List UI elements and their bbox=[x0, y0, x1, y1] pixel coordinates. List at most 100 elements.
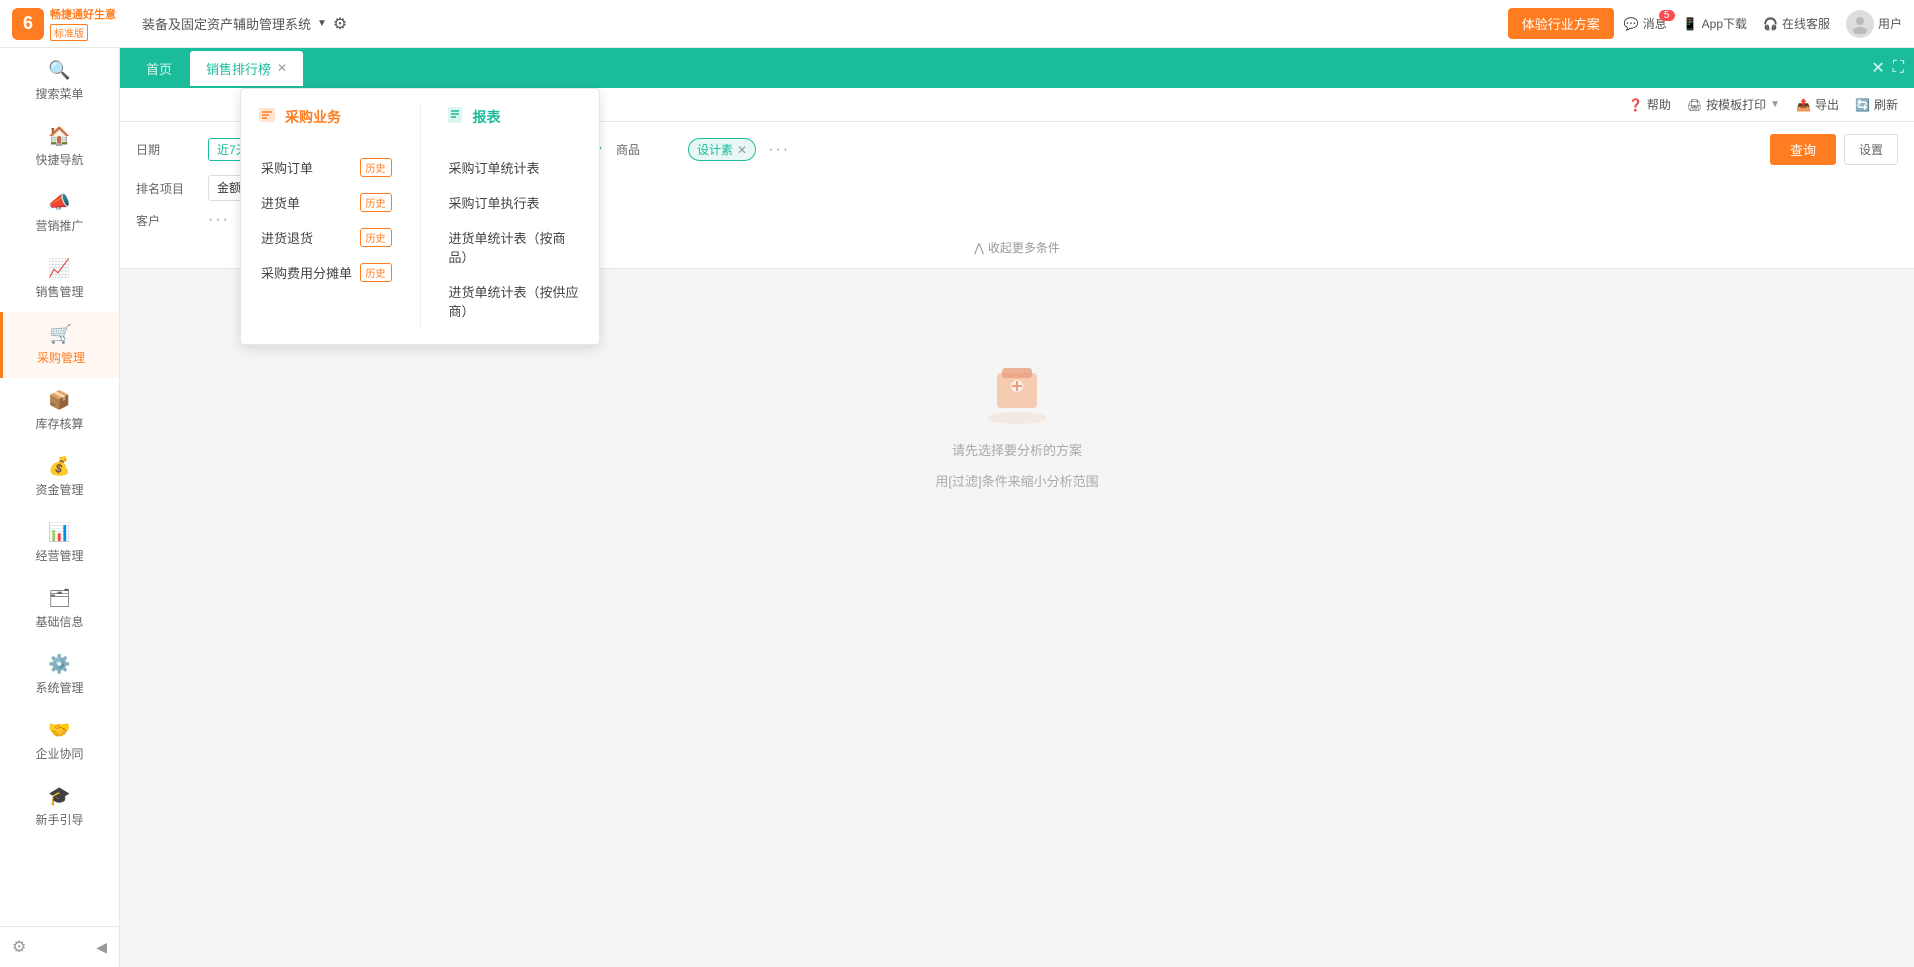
sidebar-item-operation[interactable]: 📊 经营管理 bbox=[0, 510, 119, 576]
purchase-col-icon bbox=[257, 105, 277, 128]
app-download-label: App下载 bbox=[1702, 15, 1747, 32]
operation-icon: 📊 bbox=[48, 522, 70, 543]
help-icon: ❓ bbox=[1628, 98, 1643, 112]
tab-home[interactable]: 首页 bbox=[130, 51, 188, 86]
export-icon: 📤 bbox=[1796, 98, 1811, 112]
empty-tip-2: 用[过滤]条件来缩小分析范围 bbox=[935, 471, 1098, 490]
refresh-btn[interactable]: 🔄 刷新 bbox=[1855, 96, 1898, 113]
report-col-title: 报表 bbox=[445, 105, 584, 136]
home-icon: 🏠 bbox=[48, 126, 70, 147]
purchase-order-history[interactable]: 历史 bbox=[360, 158, 392, 177]
return-history[interactable]: 历史 bbox=[360, 228, 392, 247]
logo-tag: 标准版 bbox=[50, 24, 88, 41]
cooperation-icon: 🤝 bbox=[48, 720, 70, 741]
expense-label: 采购费用分摊单 bbox=[261, 263, 352, 282]
report-column: 报表 采购订单统计表 采购订单执行表 进货单统计表（按商品） 进货单统计表（按供… bbox=[445, 105, 584, 328]
sidebar-item-purchase[interactable]: 🛒 采购管理 bbox=[0, 312, 119, 378]
sidebar-item-guide[interactable]: 🎓 新手引导 bbox=[0, 774, 119, 840]
user-label: 用户 bbox=[1878, 15, 1902, 32]
product-more-btn[interactable]: ··· bbox=[768, 141, 790, 159]
system-icon: ⚙️ bbox=[48, 654, 70, 675]
sidebar-label-search: 搜索菜单 bbox=[35, 85, 83, 102]
sidebar-item-basic[interactable]: 🗂 基础信息 bbox=[0, 576, 119, 642]
sidebar: 🔍 搜索菜单 🏠 快捷导航 📣 营销推广 📈 销售管理 🛒 采购管理 📦 库存核… bbox=[0, 48, 120, 967]
menu-item-inbound-stats-product[interactable]: 进货单统计表（按商品） bbox=[445, 220, 584, 274]
tab-close-icon[interactable]: ✕ bbox=[277, 61, 287, 75]
help-label: 帮助 bbox=[1647, 96, 1671, 113]
sales-icon: 📈 bbox=[48, 258, 70, 279]
return-label: 进货退货 bbox=[261, 228, 313, 247]
refresh-icon: 🔄 bbox=[1855, 98, 1870, 112]
close-window-icon[interactable]: ✕ bbox=[1871, 58, 1884, 78]
empty-icon bbox=[977, 348, 1057, 428]
online-service-label: 在线客服 bbox=[1782, 15, 1830, 32]
sidebar-label-cooperation: 企业协同 bbox=[35, 745, 83, 762]
system-name-area: 装备及固定资产辅助管理系统 ▼ ⚙ bbox=[142, 14, 1498, 34]
collapse-up-icon: ⋀ bbox=[974, 241, 984, 255]
empty-tip-1: 请先选择要分析的方案 bbox=[952, 440, 1082, 459]
online-service-btn[interactable]: 🎧 在线客服 bbox=[1763, 15, 1830, 32]
report-col-icon bbox=[445, 105, 465, 128]
expense-history[interactable]: 历史 bbox=[360, 263, 392, 282]
gear-icon[interactable]: ⚙ bbox=[333, 14, 347, 34]
inventory-icon: 📦 bbox=[48, 390, 70, 411]
industry-btn[interactable]: 体验行业方案 bbox=[1508, 8, 1614, 39]
print-dropdown-icon[interactable]: ▼ bbox=[1770, 99, 1780, 110]
sidebar-item-finance[interactable]: 💰 资金管理 bbox=[0, 444, 119, 510]
purchase-dropdown-overlay: 采购业务 采购订单 历史 进货单 历史 进货退货 历史 bbox=[240, 88, 600, 345]
sidebar-bottom: ⚙ ◀ bbox=[0, 926, 119, 967]
message-badge: 5 bbox=[1659, 10, 1675, 21]
print-label: 按模板打印 bbox=[1706, 96, 1766, 113]
purchase-order-label: 采购订单 bbox=[261, 158, 313, 177]
message-icon: 💬 bbox=[1624, 17, 1639, 31]
menu-item-return[interactable]: 进货退货 历史 bbox=[257, 220, 396, 255]
marketing-icon: 📣 bbox=[48, 192, 70, 213]
report-col-title-text: 报表 bbox=[473, 107, 501, 127]
topbar-right: 💬 消息 5 📱 App下载 🎧 在线客服 用户 bbox=[1624, 10, 1902, 38]
menu-item-order-exec[interactable]: 采购订单执行表 bbox=[445, 185, 584, 220]
menu-item-order-stats[interactable]: 采购订单统计表 bbox=[445, 150, 584, 185]
sidebar-item-system[interactable]: ⚙️ 系统管理 bbox=[0, 642, 119, 708]
export-btn[interactable]: 📤 导出 bbox=[1796, 96, 1839, 113]
message-btn[interactable]: 💬 消息 5 bbox=[1624, 15, 1667, 32]
sidebar-label-marketing: 营销推广 bbox=[35, 217, 83, 234]
sidebar-label-inventory: 库存核算 bbox=[35, 415, 83, 432]
menu-item-inbound[interactable]: 进货单 历史 bbox=[257, 185, 396, 220]
product-tag-close[interactable]: ✕ bbox=[737, 143, 747, 157]
mobile-icon: 📱 bbox=[1683, 17, 1698, 31]
product-tag: 设计素 ✕ bbox=[688, 138, 756, 161]
settings-icon[interactable]: ⚙ bbox=[12, 937, 26, 957]
customer-more-btn[interactable]: ··· bbox=[208, 211, 230, 229]
purchase-icon: 🛒 bbox=[50, 324, 72, 345]
sidebar-item-cooperation[interactable]: 🤝 企业协同 bbox=[0, 708, 119, 774]
search-icon: 🔍 bbox=[48, 60, 70, 81]
purchase-col-title-text: 采购业务 bbox=[285, 107, 341, 127]
rank-item-label: 排名项目 bbox=[136, 180, 196, 197]
app-download-btn[interactable]: 📱 App下载 bbox=[1683, 15, 1747, 32]
inbound-history[interactable]: 历史 bbox=[360, 193, 392, 212]
menu-item-inbound-stats-supplier[interactable]: 进货单统计表（按供应商） bbox=[445, 274, 584, 328]
collapse-sidebar-icon[interactable]: ◀ bbox=[96, 939, 107, 956]
sidebar-item-search[interactable]: 🔍 搜索菜单 bbox=[0, 48, 119, 114]
user-btn[interactable]: 用户 bbox=[1846, 10, 1902, 38]
content-area: 首页 销售排行榜 ✕ ✕ ⛶ ❓ 帮助 🖨 按模板 bbox=[120, 48, 1914, 967]
help-btn[interactable]: ❓ 帮助 bbox=[1628, 96, 1671, 113]
settings-btn[interactable]: 设置 bbox=[1844, 134, 1898, 165]
guide-icon: 🎓 bbox=[48, 786, 70, 807]
customer-label: 客户 bbox=[136, 212, 196, 229]
order-exec-label: 采购订单执行表 bbox=[449, 193, 540, 212]
chevron-down-icon[interactable]: ▼ bbox=[317, 18, 327, 29]
tab-sales-rank[interactable]: 销售排行榜 ✕ bbox=[190, 51, 303, 86]
print-icon: 🖨 bbox=[1687, 98, 1702, 112]
print-btn[interactable]: 🖨 按模板打印 ▼ bbox=[1687, 96, 1780, 113]
menu-item-expense[interactable]: 采购费用分摊单 历史 bbox=[257, 255, 396, 290]
sidebar-label-sales: 销售管理 bbox=[35, 283, 83, 300]
sidebar-label-operation: 经营管理 bbox=[35, 547, 83, 564]
sidebar-item-marketing[interactable]: 📣 营销推广 bbox=[0, 180, 119, 246]
sidebar-item-sales[interactable]: 📈 销售管理 bbox=[0, 246, 119, 312]
sidebar-item-quick-nav[interactable]: 🏠 快捷导航 bbox=[0, 114, 119, 180]
menu-item-purchase-order[interactable]: 采购订单 历史 bbox=[257, 150, 396, 185]
query-btn[interactable]: 查询 bbox=[1770, 134, 1836, 165]
sidebar-item-inventory[interactable]: 📦 库存核算 bbox=[0, 378, 119, 444]
expand-icon[interactable]: ⛶ bbox=[1893, 59, 1904, 77]
